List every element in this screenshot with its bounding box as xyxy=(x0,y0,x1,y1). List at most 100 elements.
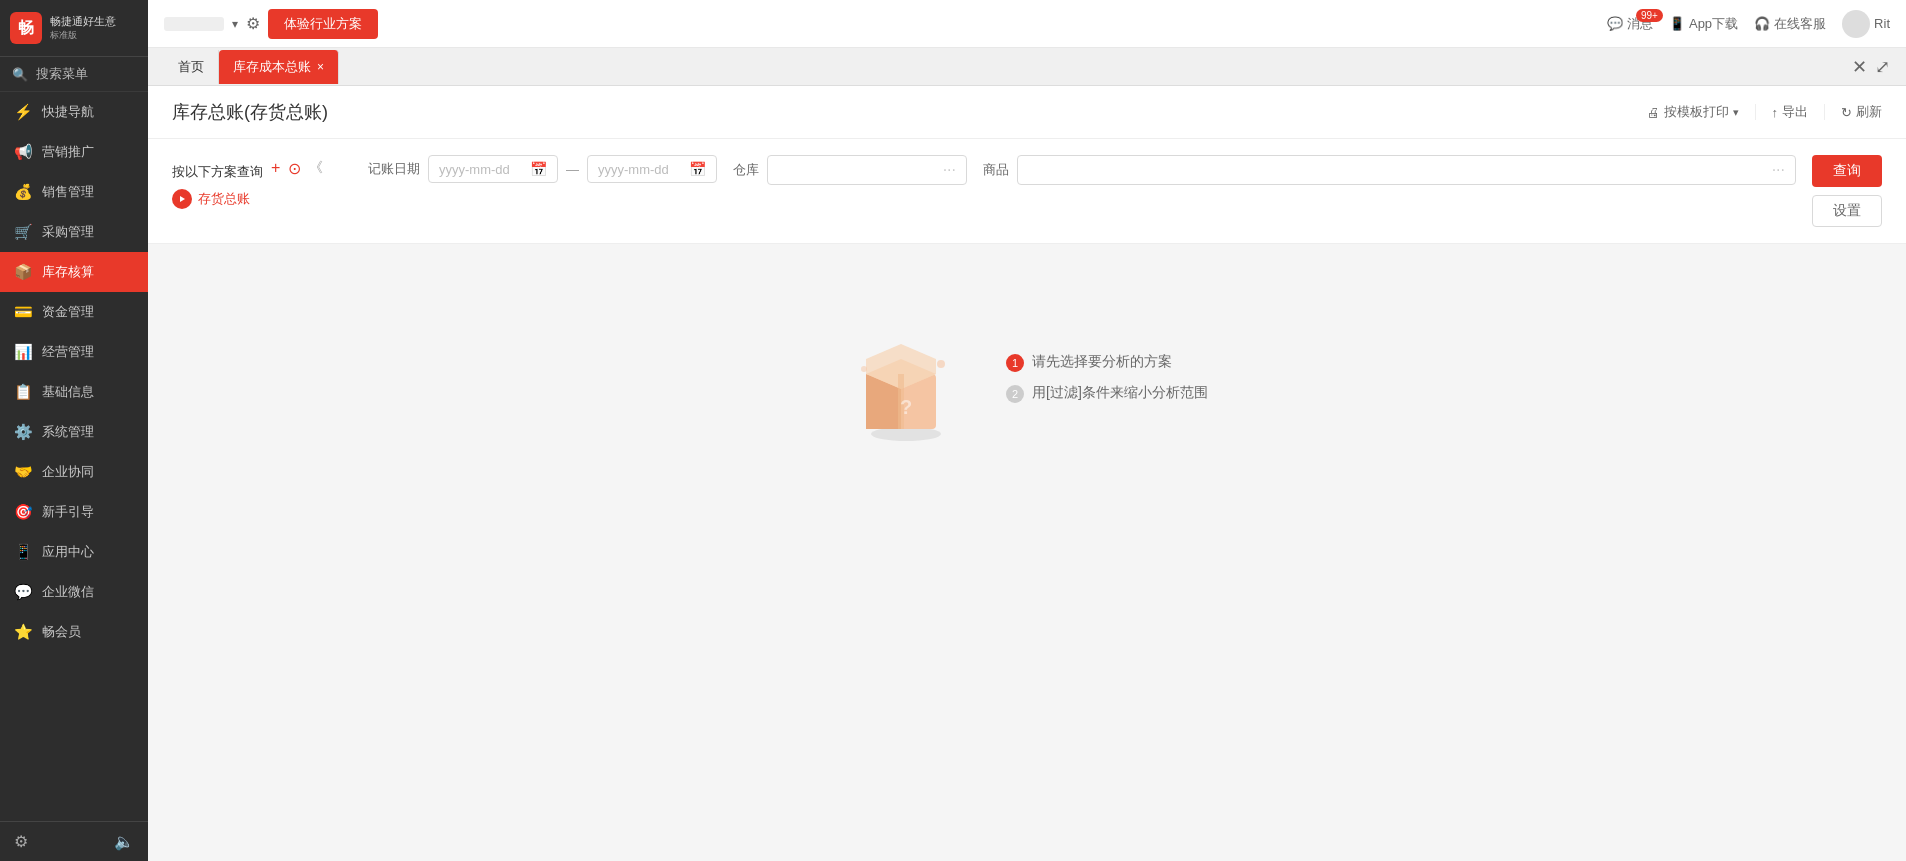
filter-collapse-button[interactable]: 《 xyxy=(309,159,323,177)
calendar-start-icon[interactable]: 📅 xyxy=(530,161,547,177)
industry-btn[interactable]: 体验行业方案 xyxy=(268,9,378,39)
empty-tips: 1 请先选择要分析的方案 2 用[过滤]条件来缩小分析范围 xyxy=(1006,353,1208,415)
sidebar-item-marketing[interactable]: 📢 营销推广 xyxy=(0,132,148,172)
sidebar-logo: 畅 畅捷通好生意 标准版 xyxy=(0,0,148,57)
svg-point-1 xyxy=(871,427,941,441)
sales-icon: 💰 xyxy=(14,183,32,201)
marketing-icon: 📢 xyxy=(14,143,32,161)
user-name: Rit xyxy=(1874,16,1890,31)
basic-icon: 📋 xyxy=(14,383,32,401)
date-end-input[interactable]: yyyy-mm-dd 📅 xyxy=(587,155,717,183)
app-name: 畅捷通好生意 xyxy=(50,14,116,29)
headset-icon: 🎧 xyxy=(1754,16,1770,31)
phone-icon: 📱 xyxy=(1669,16,1685,31)
content-area: 库存总账(存货总账) 🖨 按模板打印 ▾ ↑ 导出 ↻ 刷新 xyxy=(148,86,1906,861)
tab-active-label: 库存成本总账 xyxy=(233,58,311,76)
print-dropdown-icon[interactable]: ▾ xyxy=(1733,106,1739,119)
online-service-btn[interactable]: 🎧 在线客服 xyxy=(1754,15,1826,33)
sidebar-nav: ⚡ 快捷导航 📢 营销推广 💰 销售管理 🛒 采购管理 📦 库存核算 💳 资金管… xyxy=(0,92,148,821)
sidebar-item-sales[interactable]: 💰 销售管理 xyxy=(0,172,148,212)
main-area: ▾ ⚙ 体验行业方案 💬 消息 99+ 📱 App下载 🎧 在线客服 Rit xyxy=(148,0,1906,861)
page-title: 库存总账(存货总账) xyxy=(172,100,328,124)
sidebar-item-label: 企业协同 xyxy=(42,463,94,481)
sidebar-item-inventory[interactable]: 📦 库存核算 xyxy=(0,252,148,292)
inventory-icon: 📦 xyxy=(14,263,32,281)
divider xyxy=(1755,104,1756,120)
sidebar-item-operation[interactable]: 📊 经营管理 xyxy=(0,332,148,372)
warehouse-more-icon[interactable]: ··· xyxy=(943,161,956,179)
page-header: 库存总账(存货总账) 🖨 按模板打印 ▾ ↑ 导出 ↻ 刷新 xyxy=(148,86,1906,139)
setting-button[interactable]: 设置 xyxy=(1812,195,1882,227)
newbie-icon: 🎯 xyxy=(14,503,32,521)
sidebar-item-newbie[interactable]: 🎯 新手引导 xyxy=(0,492,148,532)
schema-item[interactable]: 存货总账 xyxy=(172,189,352,217)
message-btn[interactable]: 💬 消息 99+ xyxy=(1607,15,1653,33)
warehouse-select[interactable]: ··· xyxy=(767,155,967,185)
speaker-icon[interactable]: 🔈 xyxy=(114,832,134,851)
app-logo-icon: 畅 xyxy=(10,12,42,44)
calendar-end-icon[interactable]: 📅 xyxy=(689,161,706,177)
tab-expand-button[interactable]: ⤢ xyxy=(1875,56,1890,78)
tab-home[interactable]: 首页 xyxy=(164,50,219,84)
export-icon: ↑ xyxy=(1772,105,1779,120)
appstore-icon: 📱 xyxy=(14,543,32,561)
dropdown-icon[interactable]: ▾ xyxy=(232,17,238,31)
divider2 xyxy=(1824,104,1825,120)
svg-text:?: ? xyxy=(900,396,912,418)
sidebar: 畅 畅捷通好生意 标准版 🔍 搜索菜单 ⚡ 快捷导航 📢 营销推广 💰 销售管理… xyxy=(0,0,148,861)
sidebar-item-label: 营销推广 xyxy=(42,143,94,161)
topbar: ▾ ⚙ 体验行业方案 💬 消息 99+ 📱 App下载 🎧 在线客服 Rit xyxy=(148,0,1906,48)
sidebar-item-enterprise[interactable]: 🤝 企业协同 xyxy=(0,452,148,492)
tip-num-1: 1 xyxy=(1006,354,1024,372)
sidebar-item-wechat[interactable]: 💬 企业微信 xyxy=(0,572,148,612)
print-btn[interactable]: 🖨 按模板打印 ▾ xyxy=(1647,103,1739,121)
svg-point-6 xyxy=(861,366,867,372)
warehouse-label: 仓库 xyxy=(733,161,759,179)
print-icon: 🖨 xyxy=(1647,105,1660,120)
tabbar: 首页 库存成本总账 × ✕ ⤢ xyxy=(148,48,1906,86)
sidebar-item-basic[interactable]: 📋 基础信息 xyxy=(0,372,148,412)
tab-home-label: 首页 xyxy=(178,58,204,76)
date-start-placeholder: yyyy-mm-dd xyxy=(439,162,510,177)
tab-inventory-ledger[interactable]: 库存成本总账 × xyxy=(219,50,339,84)
search-icon: 🔍 xyxy=(12,67,28,82)
sidebar-item-label: 应用中心 xyxy=(42,543,94,561)
enterprise-icon: 🤝 xyxy=(14,463,32,481)
app-download-btn[interactable]: 📱 App下载 xyxy=(1669,15,1738,33)
query-button[interactable]: 查询 xyxy=(1812,155,1882,187)
product-more-icon[interactable]: ··· xyxy=(1772,161,1785,179)
svg-point-5 xyxy=(937,360,945,368)
tab-right-actions: ✕ ⤢ xyxy=(1852,56,1906,78)
filter-right-actions: 查询 设置 xyxy=(1812,155,1882,227)
sidebar-item-member[interactable]: ⭐ 畅会员 xyxy=(0,612,148,652)
date-start-input[interactable]: yyyy-mm-dd 📅 xyxy=(428,155,558,183)
filter-settings-button[interactable]: ⊙ xyxy=(288,159,301,178)
product-select[interactable]: ··· xyxy=(1017,155,1796,185)
sidebar-search[interactable]: 🔍 搜索菜单 xyxy=(0,57,148,92)
sidebar-item-label: 采购管理 xyxy=(42,223,94,241)
date-end-placeholder: yyyy-mm-dd xyxy=(598,162,669,177)
settings-icon[interactable]: ⚙ xyxy=(14,832,28,851)
filter-add-button[interactable]: + xyxy=(271,159,280,177)
gear-icon[interactable]: ⚙ xyxy=(246,14,260,33)
user-avatar[interactable]: Rit xyxy=(1842,10,1890,38)
page-header-actions: 🖨 按模板打印 ▾ ↑ 导出 ↻ 刷新 xyxy=(1647,103,1883,121)
sidebar-item-appstore[interactable]: 📱 应用中心 xyxy=(0,532,148,572)
app-badge: 标准版 xyxy=(50,29,116,42)
sidebar-item-finance[interactable]: 💳 资金管理 xyxy=(0,292,148,332)
topbar-left: ▾ ⚙ 体验行业方案 xyxy=(164,9,1597,39)
tip-text-2: 用[过滤]条件来缩小分析范围 xyxy=(1032,384,1208,402)
tip-text-1: 请先选择要分析的方案 xyxy=(1032,353,1172,371)
tab-close-button[interactable]: ✕ xyxy=(1852,56,1867,78)
filter-section-label: 按以下方案查询 xyxy=(172,155,263,181)
schema-icon xyxy=(172,189,192,209)
tab-close-icon[interactable]: × xyxy=(317,60,324,74)
refresh-btn[interactable]: ↻ 刷新 xyxy=(1841,103,1882,121)
search-label: 搜索菜单 xyxy=(36,65,88,83)
sidebar-item-quick-nav[interactable]: ⚡ 快捷导航 xyxy=(0,92,148,132)
sidebar-item-label: 企业微信 xyxy=(42,583,94,601)
sidebar-item-purchase[interactable]: 🛒 采购管理 xyxy=(0,212,148,252)
sidebar-item-label: 基础信息 xyxy=(42,383,94,401)
export-btn[interactable]: ↑ 导出 xyxy=(1772,103,1809,121)
sidebar-item-system[interactable]: ⚙️ 系统管理 xyxy=(0,412,148,452)
